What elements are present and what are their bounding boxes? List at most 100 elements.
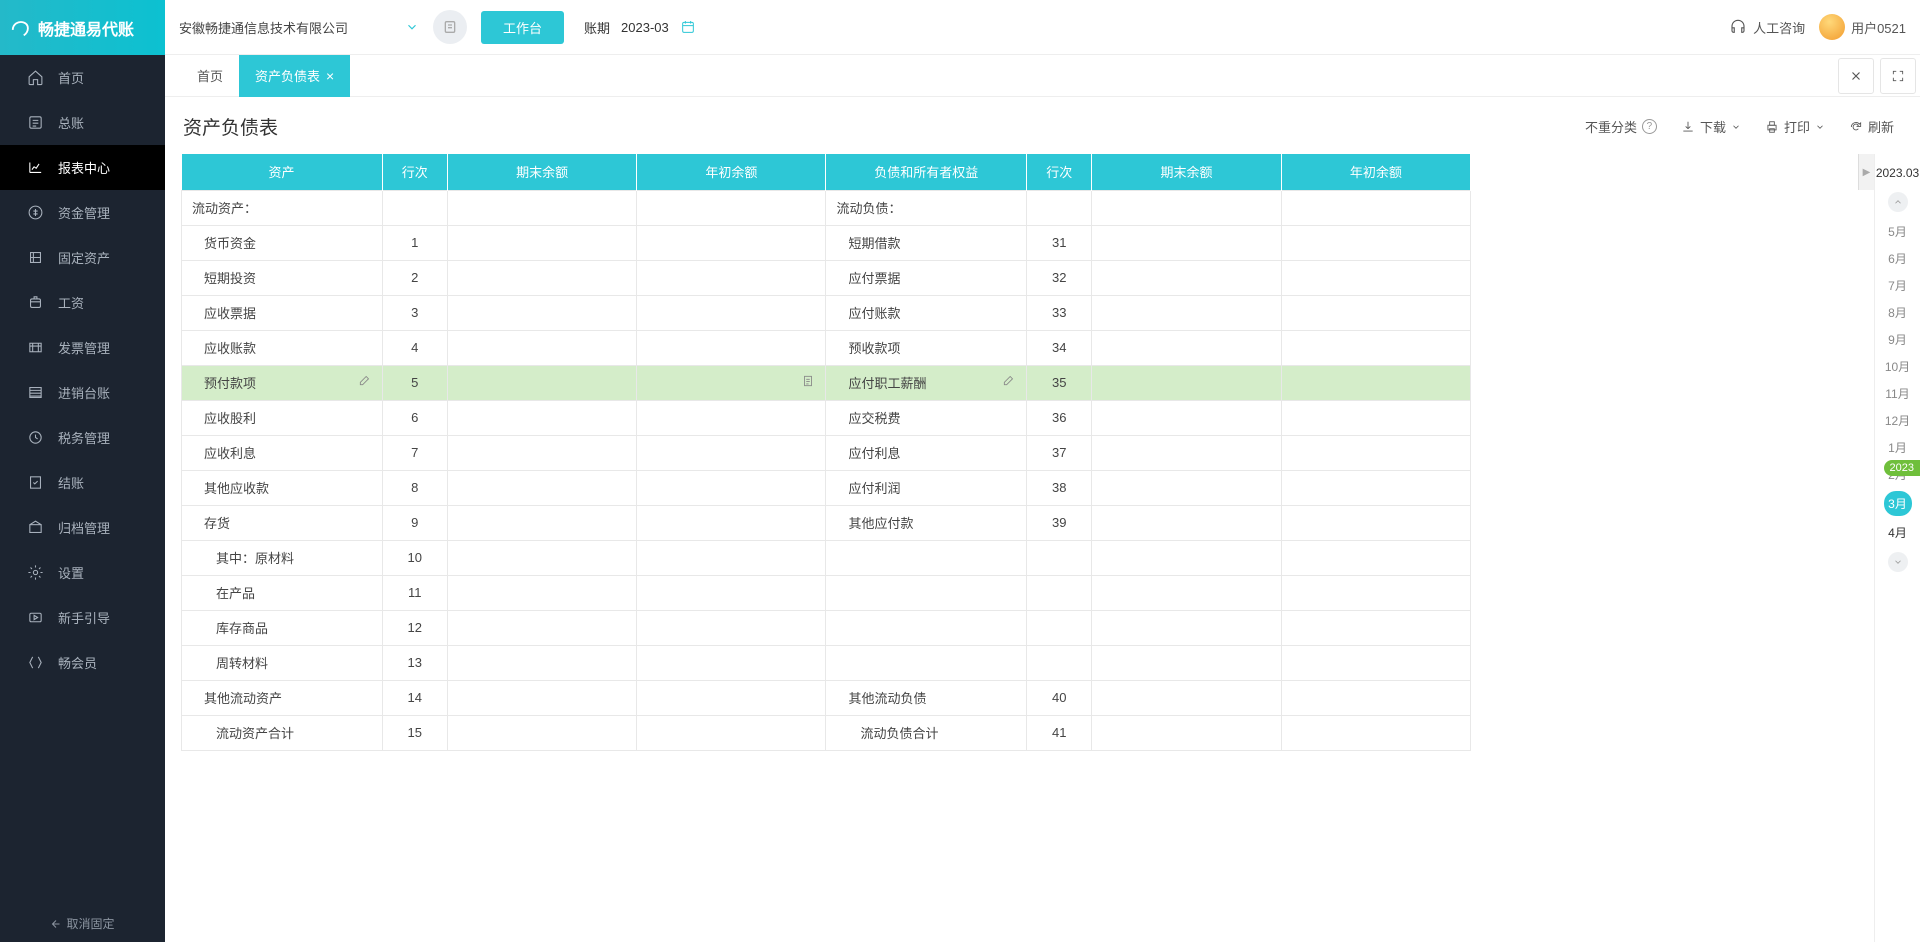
edit-icon[interactable] — [358, 373, 372, 390]
cell-asset: 货币资金 — [182, 225, 383, 260]
rail-month-7[interactable]: 12月 — [1884, 407, 1912, 434]
table-row[interactable]: 其他流动资产14其他流动负债40 — [182, 680, 1471, 715]
cell-row: 13 — [382, 645, 447, 680]
cell-row2: 38 — [1026, 470, 1091, 505]
sidebar-item-0[interactable]: 首页 — [0, 55, 165, 100]
nav-label: 归档管理 — [58, 518, 110, 537]
chevron-up-icon — [1893, 197, 1903, 207]
table-row[interactable]: 应收票据3应付账款33 — [182, 295, 1471, 330]
cell-asset: 应收利息 — [182, 435, 383, 470]
cell-liab: 应付利息 — [826, 435, 1027, 470]
sidebar-item-10[interactable]: 归档管理 — [0, 505, 165, 550]
rail-month-3[interactable]: 8月 — [1884, 299, 1912, 326]
print-button[interactable]: 打印 — [1765, 117, 1825, 136]
balance-sheet-scroll[interactable]: 资产 行次 期末余额 年初余额 负债和所有者权益 行次 期末余额 年初余额 流动… — [181, 154, 1858, 942]
reclass-toggle[interactable]: 不重分类 ? — [1585, 117, 1657, 136]
brand-text: 畅捷通易代账 — [38, 16, 134, 40]
content-header: 资产负债表 不重分类 ? 下载 打印 — [181, 97, 1920, 154]
cell-asset: 短期投资 — [182, 260, 383, 295]
sidebar-item-9[interactable]: 结账 — [0, 460, 165, 505]
cell-row2 — [1026, 575, 1091, 610]
cell-end-bal2 — [1092, 505, 1281, 540]
user-menu[interactable]: 用户0521 — [1819, 14, 1906, 40]
cell-end-bal2 — [1092, 365, 1281, 400]
sidebar-item-7[interactable]: 进销台账 — [0, 370, 165, 415]
cell-asset: 流动资产合计 — [182, 715, 383, 750]
rail-month-6[interactable]: 11月 — [1884, 380, 1912, 407]
unpin-button[interactable]: 取消固定 — [0, 905, 165, 942]
download-button[interactable]: 下载 — [1681, 117, 1741, 136]
table-row[interactable]: 应收账款4预收款项34 — [182, 330, 1471, 365]
table-row[interactable]: 流动资产：流动负债： — [182, 190, 1471, 225]
cell-row2 — [1026, 190, 1091, 225]
rail-month-11[interactable]: 4月 — [1884, 519, 1912, 546]
cell-row: 3 — [382, 295, 447, 330]
rail-month-10[interactable]: 3月 — [1884, 491, 1912, 516]
table-row[interactable]: 货币资金1短期借款31 — [182, 225, 1471, 260]
nav-icon — [26, 249, 44, 267]
tab-0[interactable]: 首页 — [181, 55, 239, 97]
sidebar-item-1[interactable]: 总账 — [0, 100, 165, 145]
cell-row: 2 — [382, 260, 447, 295]
cell-row: 11 — [382, 575, 447, 610]
sidebar-item-4[interactable]: 固定资产 — [0, 235, 165, 280]
cell-row: 1 — [382, 225, 447, 260]
rail-up-button[interactable] — [1888, 192, 1908, 212]
rail-month-4[interactable]: 9月 — [1884, 326, 1912, 353]
cell-end-bal — [447, 610, 636, 645]
table-row[interactable]: 存货9其他应付款39 — [182, 505, 1471, 540]
refresh-button[interactable]: 刷新 — [1849, 117, 1894, 136]
cell-row: 10 — [382, 540, 447, 575]
scroll-right-handle[interactable]: ▶ — [1858, 154, 1874, 190]
table-row[interactable]: 在产品11 — [182, 575, 1471, 610]
consult-button[interactable]: 人工咨询 — [1729, 18, 1805, 37]
close-icon — [1849, 69, 1863, 83]
rail-month-8[interactable]: 1月 — [1884, 434, 1912, 461]
close-tab-button[interactable] — [1838, 58, 1874, 94]
cell-end-bal2 — [1092, 540, 1281, 575]
rail-month-2[interactable]: 7月 — [1884, 272, 1912, 299]
sidebar-item-2[interactable]: 报表中心 — [0, 145, 165, 190]
nav-icon — [26, 204, 44, 222]
table-row[interactable]: 其他应收款8应付利润38 — [182, 470, 1471, 505]
tab-1[interactable]: 资产负债表× — [239, 55, 350, 97]
doc-icon[interactable] — [801, 374, 815, 391]
rail-down-button[interactable] — [1888, 552, 1908, 572]
print-icon — [1765, 120, 1779, 134]
rail-month-5[interactable]: 10月 — [1884, 353, 1912, 380]
fullscreen-button[interactable] — [1880, 58, 1916, 94]
cell-end-bal2 — [1092, 330, 1281, 365]
table-row[interactable]: 应收利息7应付利息37 — [182, 435, 1471, 470]
rail-month-1[interactable]: 6月 — [1884, 245, 1912, 272]
table-row[interactable]: 应收股利6应交税费36 — [182, 400, 1471, 435]
cell-begin-bal — [637, 400, 826, 435]
sidebar-item-5[interactable]: 工资 — [0, 280, 165, 325]
period-selector[interactable]: 账期 2023-03 — [584, 15, 696, 40]
table-row[interactable]: 流动资产合计15流动负债合计41 — [182, 715, 1471, 750]
sidebar-item-6[interactable]: 发票管理 — [0, 325, 165, 370]
cell-begin-bal — [637, 680, 826, 715]
rail-month-0[interactable]: 5月 — [1884, 218, 1912, 245]
sidebar-item-11[interactable]: 设置 — [0, 550, 165, 595]
tab-close-icon[interactable]: × — [326, 68, 334, 84]
cell-liab — [826, 610, 1027, 645]
table-row[interactable]: 周转材料13 — [182, 645, 1471, 680]
sidebar-item-8[interactable]: 税务管理 — [0, 415, 165, 460]
sidebar-item-13[interactable]: 畅会员 — [0, 640, 165, 685]
cell-asset: 存货 — [182, 505, 383, 540]
table-row[interactable]: 预付款项5应付职工薪酬35 — [182, 365, 1471, 400]
cell-begin-bal2 — [1281, 330, 1470, 365]
cell-row2: 34 — [1026, 330, 1091, 365]
table-row[interactable]: 其中：原材料10 — [182, 540, 1471, 575]
sidebar-item-3[interactable]: 资金管理 — [0, 190, 165, 235]
edit-icon[interactable] — [1002, 373, 1016, 390]
cell-begin-bal2 — [1281, 190, 1470, 225]
table-row[interactable]: 库存商品12 — [182, 610, 1471, 645]
table-row[interactable]: 短期投资2应付票据32 — [182, 260, 1471, 295]
cell-asset: 预付款项 — [182, 365, 383, 400]
workbench-button[interactable]: 工作台 — [481, 11, 564, 44]
th-asset: 资产 — [182, 154, 383, 190]
sidebar-item-12[interactable]: 新手引导 — [0, 595, 165, 640]
archive-button[interactable] — [433, 10, 467, 44]
company-select[interactable]: 安徽畅捷通信息技术有限公司 — [179, 18, 419, 37]
